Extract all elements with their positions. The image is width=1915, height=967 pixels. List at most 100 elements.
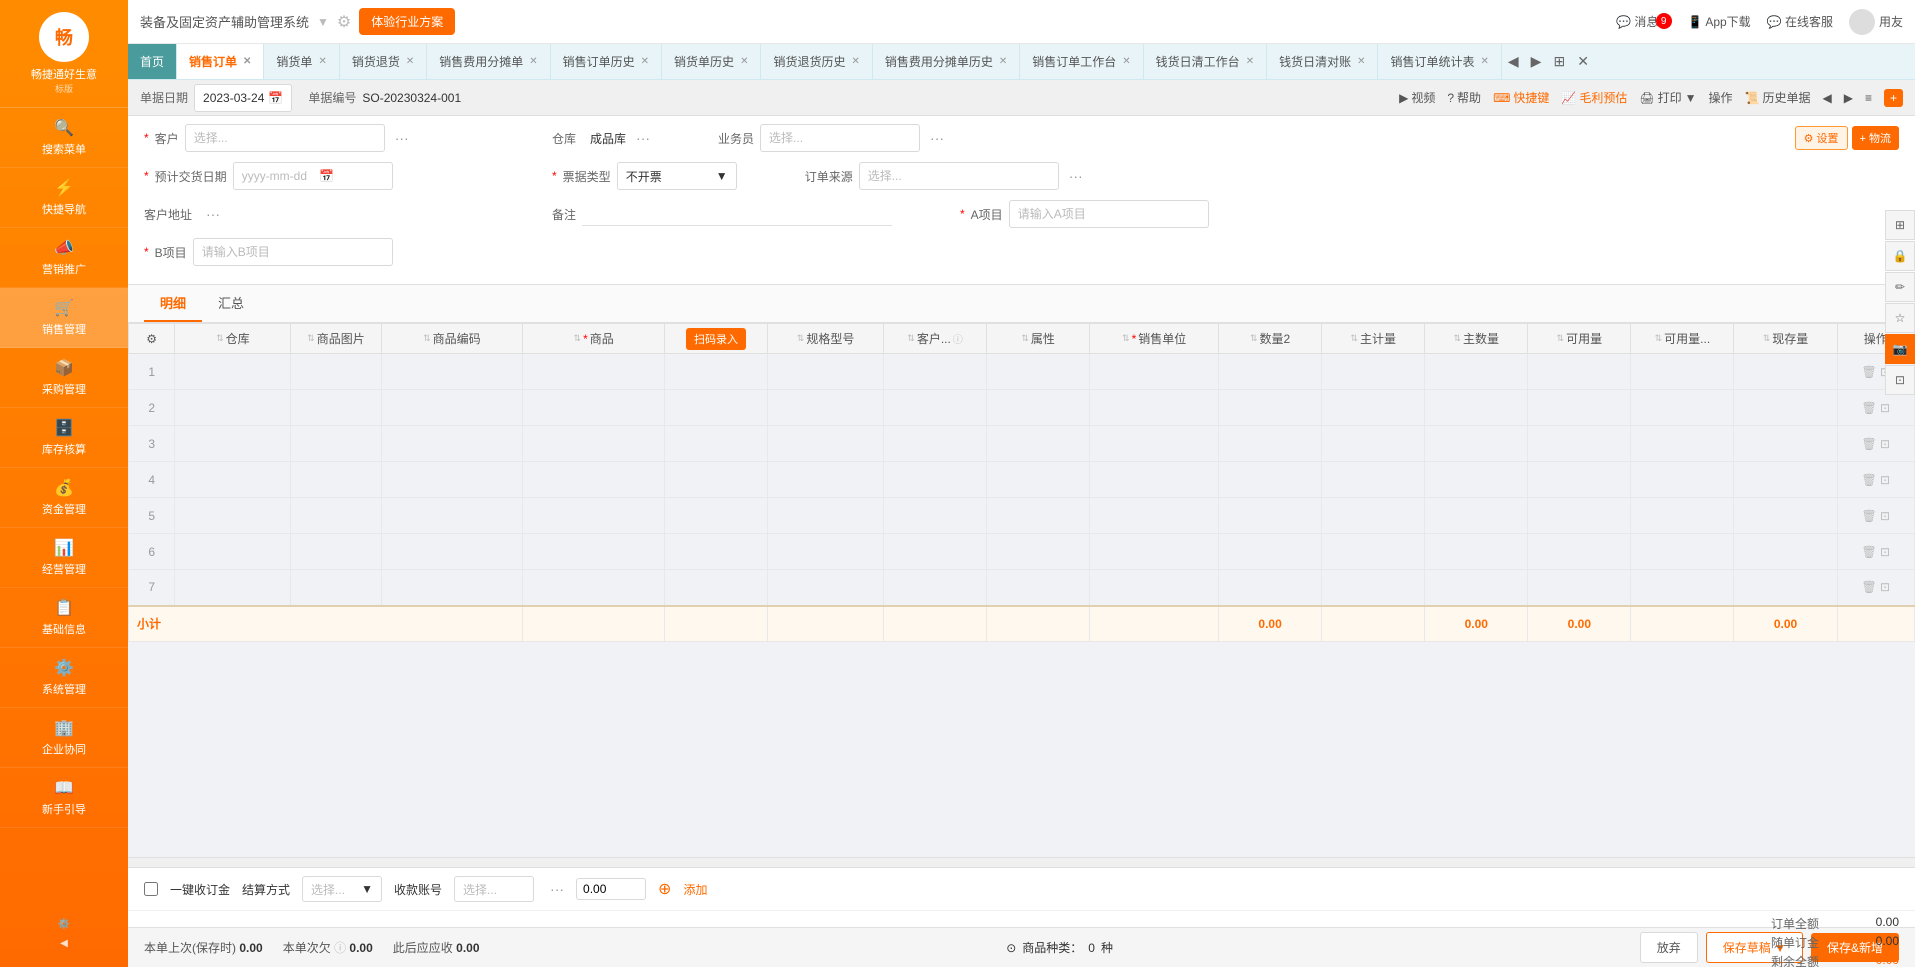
row-1-goods[interactable] xyxy=(523,354,665,390)
row-6-copy-icon[interactable]: ⊡ xyxy=(1880,545,1890,559)
warehouse-more-icon[interactable]: ··· xyxy=(636,130,650,146)
row-7-attrs[interactable] xyxy=(987,570,1090,606)
settings-config-btn[interactable]: ⚙ 设置 xyxy=(1795,126,1848,150)
account-more-icon[interactable]: ··· xyxy=(550,881,564,897)
tab-close-3[interactable]: ✕ xyxy=(406,56,414,67)
tab-close-10[interactable]: ✕ xyxy=(1246,56,1254,67)
tab-close-2[interactable]: ✕ xyxy=(318,56,326,67)
tab-close-4[interactable]: ✕ xyxy=(529,56,537,67)
row-3-cust-code[interactable] xyxy=(884,426,987,462)
add-new-icon[interactable]: + xyxy=(1884,89,1903,107)
tab-prev-btn[interactable]: ◀ xyxy=(1502,44,1525,79)
tab-return-history[interactable]: 销货退货历史 ✕ xyxy=(761,44,872,79)
th-goods[interactable]: ⇅*商品 xyxy=(523,324,665,354)
th-available2[interactable]: ⇅可用量... xyxy=(1631,324,1734,354)
customer-more-icon[interactable]: ··· xyxy=(395,130,409,146)
row-5-code[interactable] xyxy=(381,498,523,534)
sidebar-item-inventory[interactable]: 🗄️ 库存核算 xyxy=(0,408,128,468)
preview-btn[interactable]: ▶ 视频 xyxy=(1399,89,1435,106)
row-5-cust-code[interactable] xyxy=(884,498,987,534)
row-7-qty2[interactable] xyxy=(1219,570,1322,606)
method-select[interactable]: 选择... ▼ xyxy=(302,876,382,902)
sidebar-item-quicknav[interactable]: ⚡ 快捷导航 xyxy=(0,168,128,228)
tab-close-12[interactable]: ✕ xyxy=(1481,56,1489,67)
row-7-available[interactable] xyxy=(1528,570,1631,606)
tab-close-5[interactable]: ✕ xyxy=(641,56,649,67)
rp-btn-grid[interactable]: ⊞ xyxy=(1885,210,1915,240)
add-goods-btn[interactable]: + 物流 xyxy=(1852,126,1899,150)
row-1-warehouse[interactable] xyxy=(175,354,291,390)
row-2-copy-icon[interactable]: ⊡ xyxy=(1880,401,1890,415)
row-4-attrs[interactable] xyxy=(987,462,1090,498)
row-7-cust-code[interactable] xyxy=(884,570,987,606)
tab-summary[interactable]: 汇总 xyxy=(202,285,260,322)
row-7-code[interactable] xyxy=(381,570,523,606)
row-2-cust-code[interactable] xyxy=(884,390,987,426)
row-4-main-unit[interactable] xyxy=(1322,462,1425,498)
tab-workbench[interactable]: 销售订单工作台 ✕ xyxy=(1020,44,1143,79)
rp-btn-camera[interactable]: 📷 xyxy=(1885,334,1915,364)
history-btn[interactable]: 📜 历史单据 xyxy=(1745,89,1811,106)
calendar-icon[interactable]: 📅 xyxy=(268,91,283,105)
rp-btn-lock[interactable]: 🔒 xyxy=(1885,241,1915,271)
account-select[interactable]: 选择... xyxy=(454,876,534,902)
row-3-qty2[interactable] xyxy=(1219,426,1322,462)
row-4-delete-icon[interactable]: 🗑 xyxy=(1861,473,1876,487)
row-5-available2[interactable] xyxy=(1631,498,1734,534)
sidebar-item-enterprise[interactable]: 🏢 企业协同 xyxy=(0,708,128,768)
tab-summary[interactable]: 销售订单统计表 ✕ xyxy=(1378,44,1501,79)
invoice-select[interactable]: 不开票 ▼ xyxy=(617,162,737,190)
order-source-more-icon[interactable]: ··· xyxy=(1069,168,1083,184)
rp-btn-copy[interactable]: ⊡ xyxy=(1885,365,1915,395)
row-1-image[interactable] xyxy=(291,354,381,390)
row-3-code[interactable] xyxy=(381,426,523,462)
operation-btn[interactable]: 操作 xyxy=(1709,89,1733,106)
row-3-available[interactable] xyxy=(1528,426,1631,462)
tab-close-7[interactable]: ✕ xyxy=(851,56,859,67)
delivery-date-input[interactable]: yyyy-mm-dd 📅 xyxy=(233,162,393,190)
row-1-spec[interactable] xyxy=(768,354,884,390)
tab-sales-return-history[interactable]: 销货单历史 ✕ xyxy=(662,44,761,79)
delivery-calendar-icon[interactable]: 📅 xyxy=(319,169,334,183)
row-2-available[interactable] xyxy=(1528,390,1631,426)
row-5-available[interactable] xyxy=(1528,498,1631,534)
print-btn[interactable]: 🖨 打印 ▼ xyxy=(1639,89,1696,106)
row-5-delete-icon[interactable]: 🗑 xyxy=(1861,509,1876,523)
tab-sales-return2[interactable]: 销货退货 ✕ xyxy=(340,44,427,79)
row-7-image[interactable] xyxy=(291,570,381,606)
row-2-code[interactable] xyxy=(381,390,523,426)
help-btn[interactable]: ? 帮助 xyxy=(1447,89,1481,106)
row-6-warehouse[interactable] xyxy=(175,534,291,570)
one-click-checkbox[interactable] xyxy=(144,882,158,896)
tab-close-8[interactable]: ✕ xyxy=(999,56,1007,67)
row-1-cust-code[interactable] xyxy=(884,354,987,390)
th-qty2[interactable]: ⇅数量2 xyxy=(1219,324,1322,354)
row-5-unit[interactable] xyxy=(1090,498,1219,534)
row-6-image[interactable] xyxy=(291,534,381,570)
row-2-image[interactable] xyxy=(291,390,381,426)
row-2-qty2[interactable] xyxy=(1219,390,1322,426)
shortcut-btn[interactable]: ⌨ 快捷键 xyxy=(1493,89,1549,106)
row-5-stock[interactable] xyxy=(1734,498,1837,534)
row-7-delete-icon[interactable]: 🗑 xyxy=(1861,580,1876,594)
dropdown-arrow-icon[interactable]: ▼ xyxy=(317,15,329,29)
row-3-main-unit[interactable] xyxy=(1322,426,1425,462)
th-unit[interactable]: ⇅*销售单位 xyxy=(1090,324,1219,354)
rp-btn-star[interactable]: ☆ xyxy=(1885,303,1915,333)
row-2-spec[interactable] xyxy=(768,390,884,426)
solution-btn[interactable]: 体验行业方案 xyxy=(359,8,455,35)
row-3-main-qty[interactable] xyxy=(1425,426,1528,462)
th-spec[interactable]: ⇅规格型号 xyxy=(768,324,884,354)
th-code[interactable]: ⇅商品编码 xyxy=(381,324,523,354)
sidebar-collapse-btn[interactable]: ◀ xyxy=(10,938,118,949)
customer-input[interactable]: 选择... xyxy=(185,124,385,152)
tab-expense-history[interactable]: 销售费用分摊单历史 ✕ xyxy=(873,44,1020,79)
row-7-main-qty[interactable] xyxy=(1425,570,1528,606)
add-payment-btn[interactable]: 添加 xyxy=(683,881,707,898)
row-7-main-unit[interactable] xyxy=(1322,570,1425,606)
row-5-main-unit[interactable] xyxy=(1322,498,1425,534)
tab-sales-order-close[interactable]: ✕ xyxy=(243,56,251,67)
row-7-spec[interactable] xyxy=(768,570,884,606)
b-project-input[interactable]: 请输入B项目 xyxy=(193,238,393,266)
row-6-unit[interactable] xyxy=(1090,534,1219,570)
